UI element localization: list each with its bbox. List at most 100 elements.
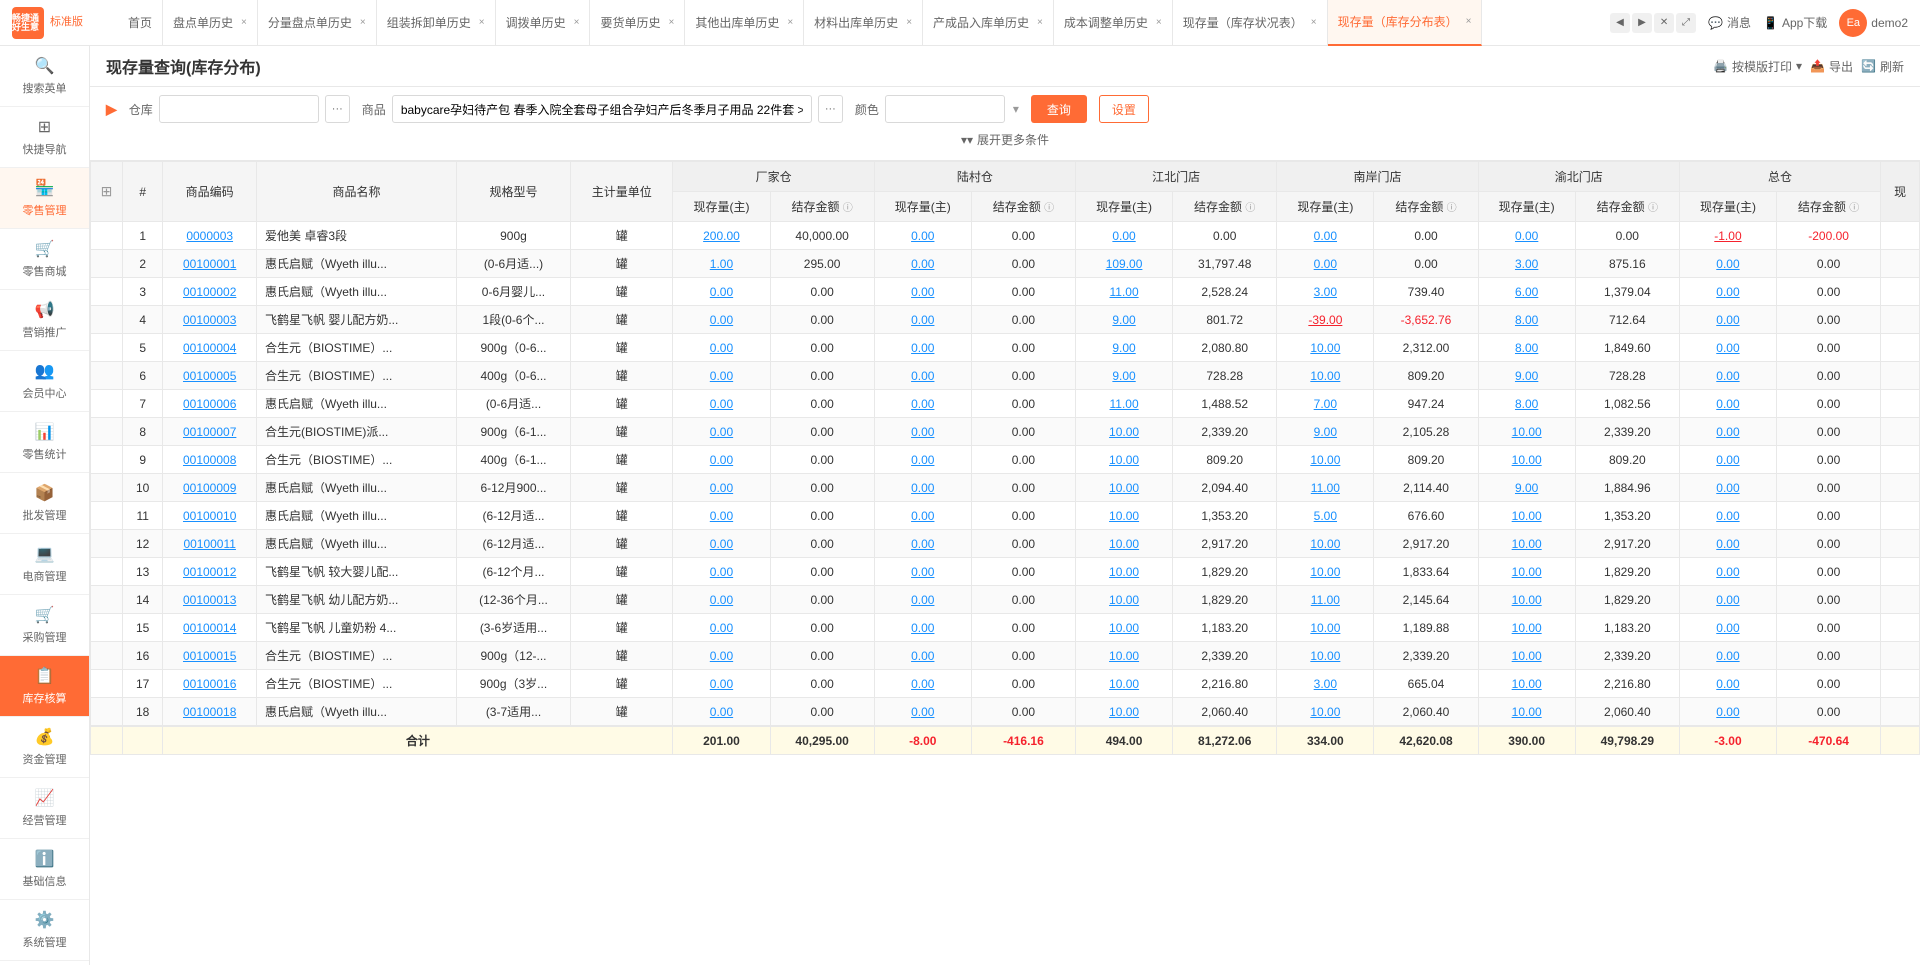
- th-c5-qty: 现存量(主): [1478, 192, 1575, 222]
- color-dropdown-icon[interactable]: ▾: [1013, 102, 1019, 116]
- nav-tab------[interactable]: 盘点单历史×: [163, 0, 258, 46]
- th-c4-amt: 结存金额 ⓘ: [1374, 192, 1478, 222]
- refresh-btn[interactable]: 🔄 刷新: [1861, 58, 1904, 75]
- sidebar-label: 基础信息: [23, 873, 67, 889]
- sidebar-icon: 👥: [35, 361, 55, 381]
- goods-input[interactable]: [392, 95, 812, 123]
- sidebar-item-----[interactable]: 💰资金管理: [0, 717, 89, 778]
- sidebar-item-----[interactable]: 🔍搜索英单: [0, 46, 89, 107]
- sidebar-icon: ⊞: [38, 117, 51, 137]
- sidebar-item-----[interactable]: 📋库存核算: [0, 656, 89, 717]
- th-name: 商品名称: [257, 162, 457, 222]
- print-btn[interactable]: 🖨️ 按模版打印 ▾: [1713, 58, 1802, 75]
- nav-tab-----------[interactable]: 现存量（库存状况表）×: [1173, 0, 1328, 46]
- sidebar-label: 搜索英单: [23, 80, 67, 96]
- nav-tab---------[interactable]: 产成品入库单历史×: [923, 0, 1054, 46]
- tab-close---------[interactable]: ×: [1037, 17, 1043, 28]
- total-row: 合计201.0040,295.00-8.00-416.16494.0081,27…: [91, 726, 1920, 755]
- sidebar-item-----[interactable]: 🏪零售管理: [0, 168, 89, 229]
- message-btn[interactable]: 💬 消息: [1708, 14, 1751, 31]
- th-unit: 主计量单位: [570, 162, 672, 222]
- th-c4-qty: 现存量(主): [1277, 192, 1374, 222]
- tab-close------[interactable]: ×: [668, 17, 674, 28]
- table-row: 300100002惠氏启赋（Wyeth illu...0-6月婴儿...罐0.0…: [91, 278, 1920, 306]
- nav-prev[interactable]: ◀: [1610, 13, 1630, 33]
- color-input[interactable]: [885, 95, 1005, 123]
- sidebar-item-----[interactable]: 💻电商管理: [0, 534, 89, 595]
- logo: 畅捷通好生意 标准版: [12, 7, 102, 39]
- export-btn[interactable]: 📤 导出: [1810, 58, 1853, 75]
- sidebar-item-----[interactable]: 🤝企业协同: [0, 961, 89, 965]
- total-info-icon[interactable]: ⓘ: [1849, 203, 1859, 214]
- warehouse-ellipsis[interactable]: ···: [325, 95, 350, 123]
- nav-tab--------[interactable]: 组装拆卸单历史×: [377, 0, 496, 46]
- goods-filter: 商品 ···: [362, 95, 843, 123]
- sidebar-label: 资金管理: [23, 751, 67, 767]
- nav-tab--------[interactable]: 成本调整单历史×: [1054, 0, 1173, 46]
- warehouse-input[interactable]: [159, 95, 319, 123]
- page-header: 现存量查询(库存分布) 🖨️ 按模版打印 ▾ 📤 导出 🔄 刷新: [90, 46, 1920, 87]
- sidebar-item-----[interactable]: 📢营销推广: [0, 290, 89, 351]
- goods-ellipsis[interactable]: ···: [818, 95, 843, 123]
- sidebar-item-----[interactable]: ⊞快捷导航: [0, 107, 89, 168]
- tab-close--------[interactable]: ×: [787, 17, 793, 28]
- sidebar-icon: 📢: [35, 300, 55, 320]
- nav-tab------[interactable]: 要货单历史×: [590, 0, 685, 46]
- filter-area: ▶ 仓库 ··· 商品 ··· 颜色 ▾ 查询 设置 ▾▾ 展开更多条件: [90, 87, 1920, 161]
- expand-more-btn[interactable]: ▾▾ 展开更多条件: [953, 127, 1057, 152]
- tab-close--------[interactable]: ×: [479, 17, 485, 28]
- tab-close--------[interactable]: ×: [906, 17, 912, 28]
- nav-expand[interactable]: ⤢: [1676, 13, 1696, 33]
- sidebar-item-----[interactable]: 📦批发管理: [0, 473, 89, 534]
- nav-close[interactable]: ✕: [1654, 13, 1674, 33]
- sidebar-label: 零售商城: [23, 263, 67, 279]
- top-right: ◀ ▶ ✕ ⤢ 💬 消息 📱 App下载 Ea demo2: [1610, 9, 1908, 37]
- settings-button[interactable]: 设置: [1099, 95, 1149, 123]
- expand-icon: ▾▾: [961, 133, 973, 147]
- filter-toggle-arrow[interactable]: ▶: [106, 101, 117, 118]
- sidebar-item-----[interactable]: ℹ️基础信息: [0, 839, 89, 900]
- sidebar-item-----[interactable]: ⚙️系统管理: [0, 900, 89, 961]
- c1-info-icon[interactable]: ⓘ: [843, 203, 853, 214]
- logo-text: 标准版: [50, 16, 83, 29]
- nav-tab---[interactable]: 首页: [118, 0, 163, 46]
- c4-info-icon[interactable]: ⓘ: [1447, 203, 1457, 214]
- th-total-amt: 结存金额 ⓘ: [1777, 192, 1881, 222]
- sidebar-item-----[interactable]: 🛒零售商城: [0, 229, 89, 290]
- sidebar-item-----[interactable]: 🛒采购管理: [0, 595, 89, 656]
- c2-info-icon[interactable]: ⓘ: [1044, 203, 1054, 214]
- user-avatar[interactable]: Ea demo2: [1839, 9, 1908, 37]
- app-download-btn[interactable]: 📱 App下载: [1763, 14, 1827, 31]
- nav-tab--------[interactable]: 材料出库单历史×: [804, 0, 923, 46]
- sidebar-item-----[interactable]: 📊零售统计: [0, 412, 89, 473]
- column-settings[interactable]: ⊞: [101, 183, 113, 199]
- table-container: ⊞ # 商品编码 商品名称 规格型号 主计量单位 厂家仓 陆村仓 江北门店 南岸…: [90, 161, 1920, 965]
- th-no: #: [123, 162, 163, 222]
- nav-tab--------[interactable]: 其他出库单历史×: [685, 0, 804, 46]
- goods-label: 商品: [362, 101, 386, 118]
- tab-close-----------[interactable]: ×: [1466, 16, 1472, 27]
- th-c3-amt: 结存金额 ⓘ: [1173, 192, 1277, 222]
- sidebar-item-----[interactable]: 👥会员中心: [0, 351, 89, 412]
- sidebar-item-----[interactable]: 📈经营管理: [0, 778, 89, 839]
- sidebar-icon: 🛒: [35, 605, 55, 625]
- sidebar-icon: ⚙️: [35, 910, 55, 930]
- tab-close------[interactable]: ×: [574, 17, 580, 28]
- tab-close--------[interactable]: ×: [360, 17, 366, 28]
- nav-tab------[interactable]: 调拨单历史×: [496, 0, 591, 46]
- print-icon: 🖨️: [1713, 59, 1728, 73]
- c5-info-icon[interactable]: ⓘ: [1648, 203, 1658, 214]
- tab-close------[interactable]: ×: [241, 17, 247, 28]
- table-row: 1500100014飞鹤星飞帆 儿童奶粉 4...(3-6岁适用...罐0.00…: [91, 614, 1920, 642]
- nav-tab-----------[interactable]: 现存量（库存分布表）×: [1328, 0, 1483, 46]
- tab-close-----------[interactable]: ×: [1311, 17, 1317, 28]
- sidebar-icon: 💻: [35, 544, 55, 564]
- nav-next[interactable]: ▶: [1632, 13, 1652, 33]
- nav-tab--------[interactable]: 分量盘点单历史×: [258, 0, 377, 46]
- sidebar-icon: 📦: [35, 483, 55, 503]
- th-extra: 现: [1881, 162, 1920, 222]
- query-button[interactable]: 查询: [1031, 95, 1087, 123]
- tab-close--------[interactable]: ×: [1156, 17, 1162, 28]
- th-group-lucun: 陆村仓: [874, 162, 1075, 192]
- c3-info-icon[interactable]: ⓘ: [1245, 203, 1255, 214]
